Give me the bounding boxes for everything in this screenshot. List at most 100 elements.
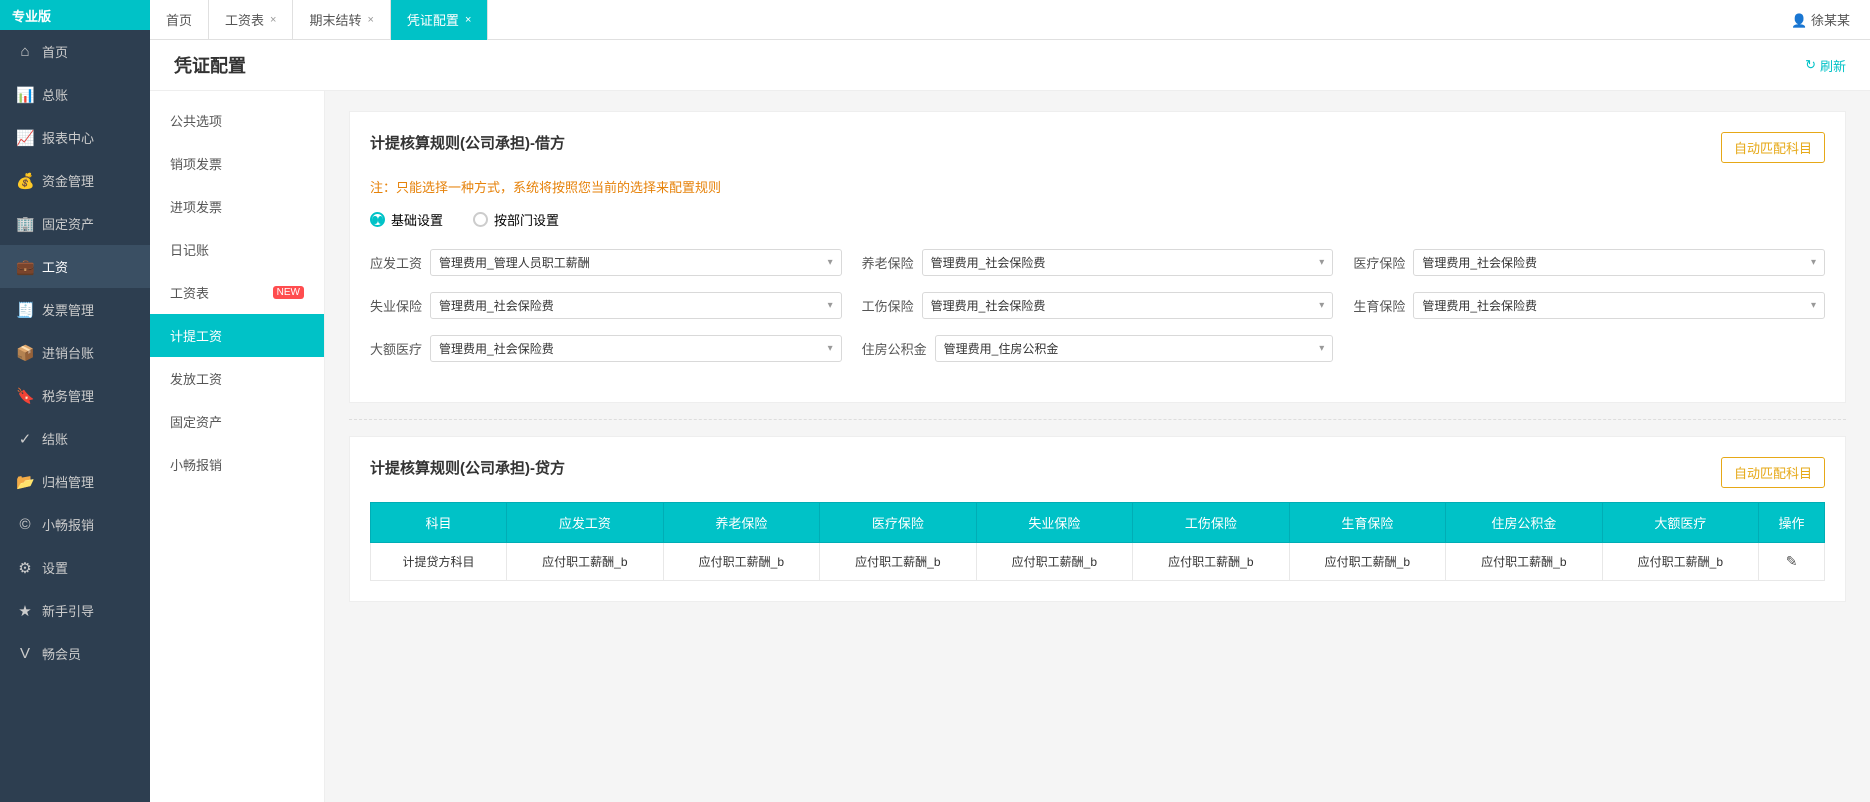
sidebar-item-tax[interactable]: 🔖 税务管理: [0, 374, 150, 417]
left-nav-journal[interactable]: 日记账: [150, 228, 324, 271]
borrow-section-header: 计提核算规则(公司承担)-借方 自动匹配科目: [370, 132, 1825, 163]
left-nav-salary-table[interactable]: 工资表 NEW: [150, 271, 324, 314]
tab-home[interactable]: 首页: [150, 0, 209, 40]
sidebar-item-member[interactable]: V 畅会员: [0, 632, 150, 675]
sidebar-label-funds: 资金管理: [42, 171, 94, 190]
cell-action[interactable]: ✎: [1759, 543, 1825, 581]
credit-table: 科目 应发工资 养老保险 医疗保险 失业保险 工伤保险 生育保险 住房公积金 大…: [370, 502, 1825, 581]
content-layout: 公共选项 销项发票 进项发票 日记账 工资表 NEW 计提工资 发放工资 固: [150, 91, 1870, 802]
sidebar-item-salary[interactable]: 💼 工资: [0, 245, 150, 288]
field-salary-label: 应发工资: [370, 253, 422, 272]
sidebar-item-reports[interactable]: 📈 报表中心: [0, 116, 150, 159]
field-medical: 医疗保险 管理费用_社会保险费 ▾: [1353, 249, 1825, 276]
left-nav-fixed-assets[interactable]: 固定资产: [150, 400, 324, 443]
field-injury-select[interactable]: 管理费用_社会保险费 ▾: [922, 292, 1334, 319]
field-medical-label: 医疗保险: [1353, 253, 1405, 272]
field-medical-select[interactable]: 管理费用_社会保险费 ▾: [1413, 249, 1825, 276]
salary-icon: 💼: [16, 258, 34, 276]
left-nav-purchase-invoice[interactable]: 进项发票: [150, 185, 324, 228]
borrow-auto-match-button[interactable]: 自动匹配科目: [1721, 132, 1825, 163]
sidebar-item-invoice-mgmt[interactable]: 🧾 发票管理: [0, 288, 150, 331]
tab-period-close-label: 期末结转: [309, 10, 361, 29]
tab-period-close[interactable]: 期末结转 ×: [293, 0, 390, 40]
main-area: 首页 工资表 × 期末结转 × 凭证配置 × 👤 徐某某 凭证配置 ↻ 刷新 公…: [150, 0, 1870, 802]
left-nav-accrual-label: 计提工资: [170, 326, 222, 345]
field-salary-select[interactable]: 管理费用_管理人员职工薪酬 ▾: [430, 249, 842, 276]
col-housing: 住房公积金: [1446, 503, 1603, 543]
expense-icon: ©: [16, 516, 34, 533]
field-maternity-select[interactable]: 管理费用_社会保险费 ▾: [1413, 292, 1825, 319]
salary-table-badge: NEW: [273, 286, 304, 299]
sidebar-item-guide[interactable]: ★ 新手引导: [0, 589, 150, 632]
left-nav-public[interactable]: 公共选项: [150, 99, 324, 142]
user-area[interactable]: 👤 徐某某: [1791, 10, 1850, 29]
field-housing-select[interactable]: 管理费用_住房公积金 ▾: [935, 335, 1334, 362]
left-nav-sales-invoice[interactable]: 销项发票: [150, 142, 324, 185]
tab-voucher-config-close[interactable]: ×: [465, 14, 471, 26]
col-major-medical: 大额医疗: [1602, 503, 1759, 543]
left-nav-pay-salary[interactable]: 发放工资: [150, 357, 324, 400]
tab-salary-table-close[interactable]: ×: [270, 14, 276, 26]
sidebar-label-salary: 工资: [42, 257, 68, 276]
radio-dept[interactable]: 按部门设置: [473, 210, 559, 229]
field-unemployment-select[interactable]: 管理费用_社会保险费 ▾: [430, 292, 842, 319]
radio-basic-circle: [370, 212, 385, 227]
field-maternity-label: 生育保险: [1353, 296, 1405, 315]
tab-salary-table[interactable]: 工资表 ×: [209, 0, 293, 40]
col-action: 操作: [1759, 503, 1825, 543]
left-nav-salary-table-label: 工资表: [170, 283, 209, 302]
field-major-medical-chevron: ▾: [828, 343, 833, 354]
refresh-button[interactable]: ↻ 刷新: [1805, 56, 1846, 75]
funds-icon: 💰: [16, 172, 34, 190]
col-salary: 应发工资: [507, 503, 664, 543]
field-unemployment: 失业保险 管理费用_社会保险费 ▾: [370, 292, 842, 319]
col-unemployment: 失业保险: [976, 503, 1133, 543]
sidebar-item-expense[interactable]: © 小畅报销: [0, 503, 150, 546]
credit-auto-match-button[interactable]: 自动匹配科目: [1721, 457, 1825, 488]
sidebar-item-fixed-assets[interactable]: 🏢 固定资产: [0, 202, 150, 245]
sidebar-item-settings[interactable]: ⚙ 设置: [0, 546, 150, 589]
left-nav-accrual[interactable]: 计提工资: [150, 314, 324, 357]
field-pension-value: 管理费用_社会保险费: [931, 254, 1320, 271]
radio-basic[interactable]: 基础设置: [370, 210, 443, 229]
sidebar: 专业版 ⌂ 首页 📊 总账 📈 报表中心 💰 资金管理 🏢 固定资产 💼 工资 …: [0, 0, 150, 802]
field-injury-chevron: ▾: [1319, 300, 1324, 311]
cell-subject: 计提贷方科目: [371, 543, 507, 581]
field-injury: 工伤保险 管理费用_社会保险费 ▾: [862, 292, 1334, 319]
field-unemployment-value: 管理费用_社会保险费: [439, 297, 828, 314]
sidebar-item-home[interactable]: ⌂ 首页: [0, 30, 150, 73]
sidebar-label-settle: 结账: [42, 429, 68, 448]
tab-period-close-close[interactable]: ×: [367, 14, 373, 26]
col-subject: 科目: [371, 503, 507, 543]
sidebar-item-settle[interactable]: ✓ 结账: [0, 417, 150, 460]
sidebar-item-general-ledger[interactable]: 📊 总账: [0, 73, 150, 116]
field-major-medical: 大额医疗 管理费用_社会保险费 ▾: [370, 335, 842, 362]
section-divider: [349, 419, 1846, 420]
cell-salary: 应付职工薪酬_b: [507, 543, 664, 581]
settle-icon: ✓: [16, 430, 34, 448]
sidebar-item-archive[interactable]: 📂 归档管理: [0, 460, 150, 503]
field-salary-chevron: ▾: [828, 257, 833, 268]
tab-salary-table-label: 工资表: [225, 10, 264, 29]
sidebar-item-inventory[interactable]: 📦 进销台账: [0, 331, 150, 374]
left-nav-pay-salary-label: 发放工资: [170, 369, 222, 388]
sidebar-label-invoice: 发票管理: [42, 300, 94, 319]
sidebar-item-funds[interactable]: 💰 资金管理: [0, 159, 150, 202]
credit-section-title: 计提核算规则(公司承担)-贷方: [370, 457, 565, 478]
field-major-medical-select[interactable]: 管理费用_社会保险费 ▾: [430, 335, 842, 362]
col-injury: 工伤保险: [1133, 503, 1290, 543]
table-row: 计提贷方科目 应付职工薪酬_b 应付职工薪酬_b 应付职工薪酬_b 应付职工薪酬…: [371, 543, 1825, 581]
field-grid: 应发工资 管理费用_管理人员职工薪酬 ▾ 养老保险 管理费用_社会保险费 ▾: [370, 249, 1825, 362]
field-pension-select[interactable]: 管理费用_社会保险费 ▾: [922, 249, 1334, 276]
cell-major-medical: 应付职工薪酬_b: [1602, 543, 1759, 581]
sidebar-label-tax: 税务管理: [42, 386, 94, 405]
field-pension-chevron: ▾: [1319, 257, 1324, 268]
radio-basic-label: 基础设置: [391, 210, 443, 229]
field-medical-chevron: ▾: [1811, 257, 1816, 268]
left-nav-journal-label: 日记账: [170, 240, 209, 259]
page-title: 凭证配置: [174, 52, 246, 78]
left-nav-expense-report[interactable]: 小畅报销: [150, 443, 324, 486]
refresh-label: 刷新: [1820, 56, 1846, 75]
edit-icon[interactable]: ✎: [1786, 553, 1798, 569]
tab-voucher-config[interactable]: 凭证配置 ×: [391, 0, 488, 40]
